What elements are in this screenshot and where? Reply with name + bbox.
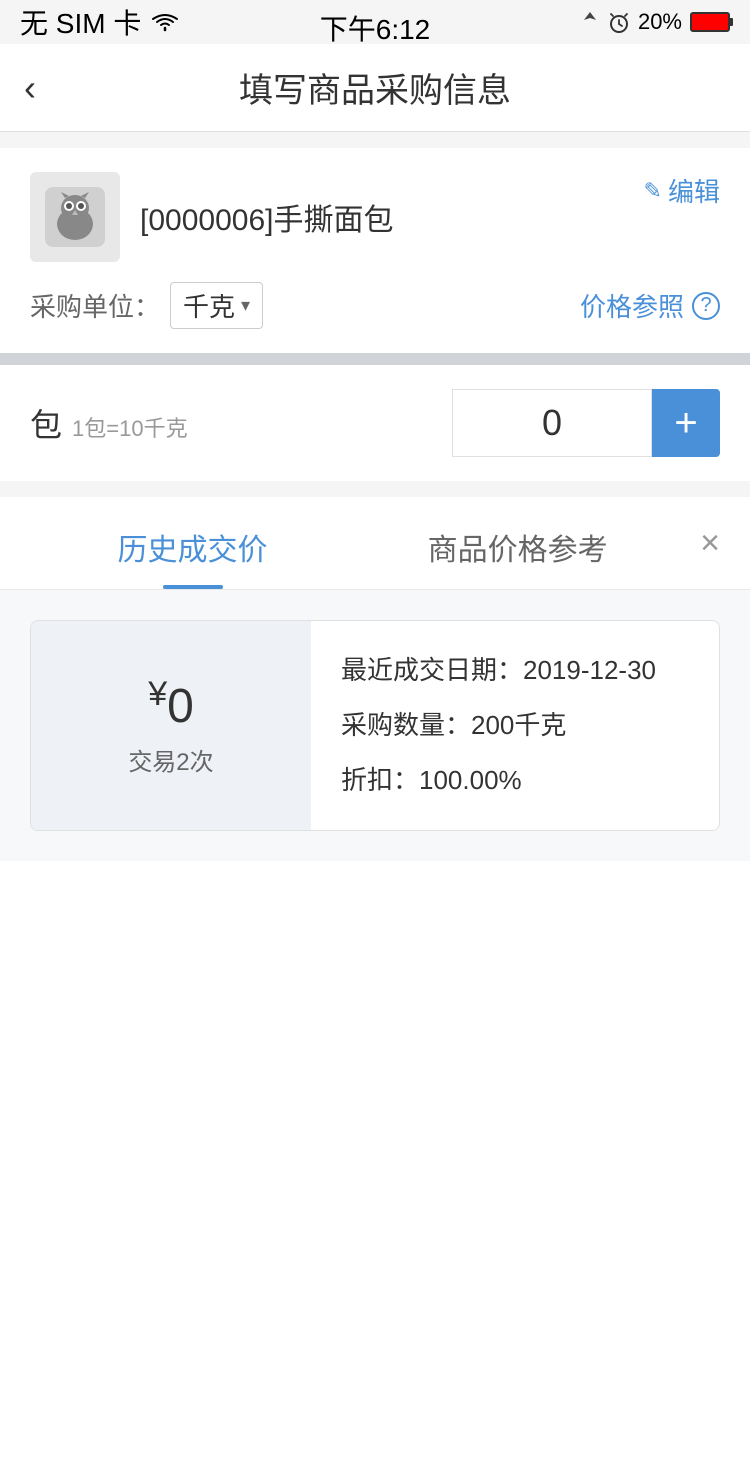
tab-active-indicator xyxy=(163,585,223,589)
battery-indicator xyxy=(690,12,730,32)
section-divider xyxy=(0,353,750,365)
history-date-row: 最近成交日期：2019-12-30 xyxy=(341,651,689,690)
location-icon xyxy=(580,11,600,33)
quantity-plus-button[interactable]: + xyxy=(652,389,720,457)
history-price: ¥0 xyxy=(148,675,194,734)
status-carrier: 无 SIM 卡 xyxy=(20,2,179,42)
history-quantity-row: 采购数量：200千克 xyxy=(341,706,689,745)
quantity-detail-value: 200千克 xyxy=(471,710,566,740)
edit-label: 编辑 xyxy=(668,172,720,209)
back-button[interactable]: ‹ xyxy=(24,67,36,109)
tab-history-price[interactable]: 历史成交价 xyxy=(30,497,355,589)
unit-value: 千克 xyxy=(183,287,235,324)
unit-label: 采购单位： xyxy=(30,287,160,324)
bottom-area xyxy=(0,861,750,1461)
history-card: ¥0 交易2次 最近成交日期：2019-12-30 采购数量：200千克 折扣：… xyxy=(30,620,720,831)
history-card-right: 最近成交日期：2019-12-30 采购数量：200千克 折扣：100.00% xyxy=(311,621,719,830)
quantity-label-wrap: 包 1包=10千克 xyxy=(30,400,188,446)
tab-close-button[interactable]: × xyxy=(680,504,720,583)
quantity-unit: 包 xyxy=(30,400,62,446)
quantity-input[interactable]: 0 xyxy=(452,389,652,457)
tabs-row: 历史成交价 商品价格参考 × xyxy=(0,497,750,589)
alarm-icon xyxy=(608,11,630,33)
history-panel: ¥0 交易2次 最近成交日期：2019-12-30 采购数量：200千克 折扣：… xyxy=(0,590,750,861)
unit-arrow-icon: ▾ xyxy=(241,295,250,316)
tabs-container: 历史成交价 商品价格参考 × xyxy=(0,497,750,590)
battery-percent: 20% xyxy=(638,9,682,35)
discount-value: 100.00% xyxy=(419,765,522,795)
product-unit-row: 采购单位： 千克 ▾ 价格参照 ? xyxy=(30,282,720,329)
product-logo xyxy=(40,182,110,252)
price-ref-button[interactable]: 价格参照 ? xyxy=(580,287,720,324)
quantity-controls: 0 + xyxy=(452,389,720,457)
close-icon: × xyxy=(700,524,720,562)
history-discount-row: 折扣：100.00% xyxy=(341,761,689,800)
unit-selector[interactable]: 千克 ▾ xyxy=(170,282,263,329)
price-symbol: ¥ xyxy=(148,675,167,713)
status-right: 20% xyxy=(580,9,730,35)
tab-history-label: 历史成交价 xyxy=(118,534,268,567)
tab-price-ref-label: 商品价格参考 xyxy=(428,534,608,567)
edit-icon: ✎ xyxy=(644,178,662,204)
quantity-row: 包 1包=10千克 0 + xyxy=(0,365,750,481)
recent-date-label: 最近成交日期： xyxy=(341,655,523,685)
recent-date-value: 2019-12-30 xyxy=(523,655,656,685)
product-thumbnail xyxy=(30,172,120,262)
price-value: 0 xyxy=(167,680,194,733)
quantity-label: 采购数量： xyxy=(341,710,471,740)
quantity-conversion: 1包=10千克 xyxy=(72,411,188,443)
nav-bar: ‹ 填写商品采购信息 xyxy=(0,44,750,132)
product-name: [0000006]手撕面包 xyxy=(140,195,393,239)
price-ref-info-icon: ? xyxy=(692,292,720,320)
product-header: [0000006]手撕面包 ✎ 编辑 xyxy=(30,172,720,262)
quantity-value: 0 xyxy=(542,402,562,444)
product-left: [0000006]手撕面包 xyxy=(30,172,393,262)
edit-button[interactable]: ✎ 编辑 xyxy=(644,172,720,209)
history-trades: 交易2次 xyxy=(128,742,213,777)
tab-price-reference[interactable]: 商品价格参考 xyxy=(355,497,680,589)
status-bar: 无 SIM 卡 下午6:12 20% xyxy=(0,0,750,44)
product-card: [0000006]手撕面包 ✎ 编辑 采购单位： 千克 ▾ 价格参照 ? xyxy=(0,148,750,353)
history-card-left: ¥0 交易2次 xyxy=(31,621,311,830)
page-title: 填写商品采购信息 xyxy=(239,63,511,112)
carrier-text: 无 SIM 卡 xyxy=(20,2,141,42)
price-ref-label: 价格参照 xyxy=(580,287,684,324)
plus-icon: + xyxy=(674,401,697,446)
discount-label: 折扣： xyxy=(341,765,419,795)
status-time: 下午6:12 xyxy=(320,8,431,48)
wifi-icon xyxy=(151,12,179,32)
